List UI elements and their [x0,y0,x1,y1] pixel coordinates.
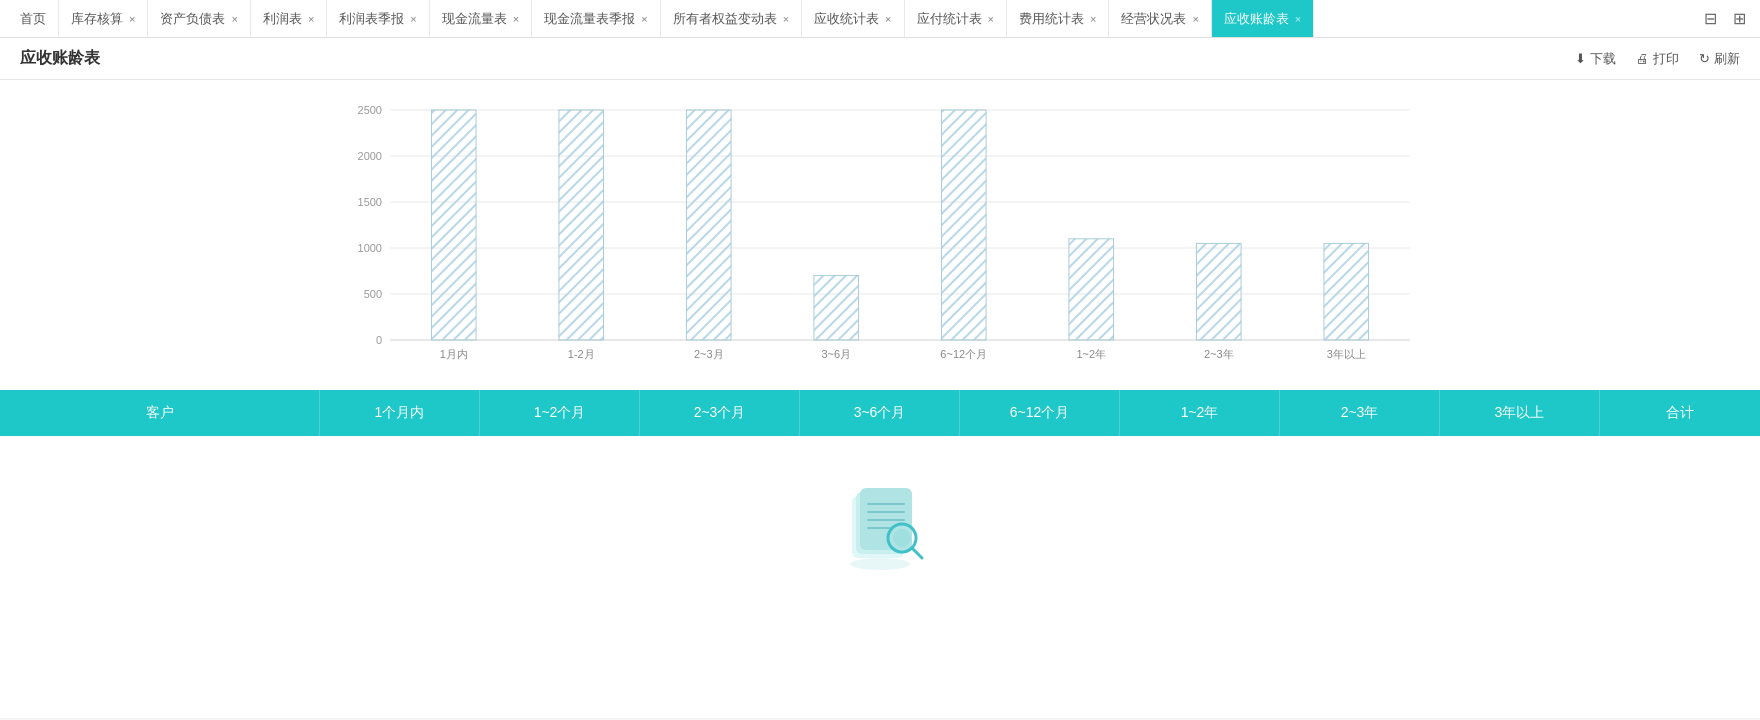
table-header-cell: 1~2个月 [480,390,640,436]
tab-label: 首页 [20,10,46,28]
tab-close-ar-aging[interactable]: × [1295,13,1301,25]
tab-bar-right: ⊟ ⊞ [1698,5,1752,32]
svg-point-30 [850,558,910,570]
tab-item-balance[interactable]: 资产负债表 × [148,0,250,38]
svg-rect-26 [1196,243,1241,340]
tab-label: 费用统计表 [1019,10,1084,28]
table-header-cell: 3~6个月 [800,390,960,436]
svg-rect-22 [941,110,986,340]
minimize-button[interactable]: ⊟ [1698,5,1723,32]
download-button[interactable]: ⬇ 下载 [1575,50,1616,68]
tab-item-profit[interactable]: 利润表 × [251,0,327,38]
tab-bar: 首页库存核算×资产负债表×利润表×利润表季报×现金流量表×现金流量表季报×所有者… [0,0,1760,38]
svg-text:1000: 1000 [358,242,382,254]
tab-close-equity[interactable]: × [783,13,789,25]
table-header-cell: 客户 [0,390,320,436]
table-header-cell: 3年以上 [1440,390,1600,436]
svg-line-40 [912,548,922,558]
tab-label: 利润表季报 [339,10,404,28]
svg-text:3年以上: 3年以上 [1327,348,1366,360]
tab-label: 利润表 [263,10,302,28]
tab-close-inventory[interactable]: × [129,13,135,25]
svg-rect-28 [1324,243,1369,340]
table-header-cell: 1个月内 [320,390,480,436]
download-icon: ⬇ [1575,51,1586,66]
tab-close-expense-stat[interactable]: × [1090,13,1096,25]
refresh-icon: ↻ [1699,51,1710,66]
table-header: 客户1个月内1~2个月2~3个月3~6个月6~12个月1~2年2~3年3年以上合… [0,390,1760,436]
tab-label: 应收统计表 [814,10,879,28]
svg-text:500: 500 [364,288,382,300]
svg-text:6~12个月: 6~12个月 [940,348,987,360]
svg-rect-14 [431,110,476,340]
table-header-cell: 1~2年 [1120,390,1280,436]
svg-text:2~3月: 2~3月 [694,348,724,360]
svg-text:2000: 2000 [358,150,382,162]
page-title: 应收账龄表 [20,48,100,69]
svg-text:2500: 2500 [358,104,382,116]
print-icon: 🖨 [1636,51,1649,66]
empty-state [0,436,1760,616]
chart-area: 0 500 1000 1500 2000 2500 1月内 1-2月 2~3月 3~6月 6~12个… [0,80,1760,390]
maximize-button[interactable]: ⊞ [1727,5,1752,32]
tab-label: 应收账龄表 [1224,10,1289,28]
tab-close-ap-stat[interactable]: × [988,13,994,25]
refresh-button[interactable]: ↻ 刷新 [1699,50,1740,68]
svg-rect-20 [814,276,859,340]
tab-label: 资产负债表 [160,10,225,28]
tab-label: 现金流量表 [442,10,507,28]
tab-item-cashflow[interactable]: 现金流量表 × [430,0,532,38]
tab-label: 应付统计表 [917,10,982,28]
tab-item-expense-stat[interactable]: 费用统计表 × [1007,0,1109,38]
tab-item-profit-quarter[interactable]: 利润表季报 × [327,0,429,38]
svg-text:3~6月: 3~6月 [821,348,851,360]
bar-chart: 0 500 1000 1500 2000 2500 1月内 1-2月 2~3月 3~6月 6~12个… [330,100,1430,380]
svg-text:1月内: 1月内 [440,348,468,360]
tab-label: 现金流量表季报 [544,10,635,28]
svg-point-39 [893,529,911,547]
svg-text:0: 0 [376,334,382,346]
page-header: 应收账龄表 ⬇ 下载 🖨 打印 ↻ 刷新 [0,38,1760,80]
svg-rect-18 [686,110,731,340]
tab-item-ar-stat[interactable]: 应收统计表 × [802,0,904,38]
tab-close-cashflow-quarter[interactable]: × [641,13,647,25]
tab-label: 库存核算 [71,10,123,28]
table-header-cell: 6~12个月 [960,390,1120,436]
tab-close-profit-quarter[interactable]: × [410,13,416,25]
tab-item-ar-aging[interactable]: 应收账龄表 × [1212,0,1314,38]
tab-item-home[interactable]: 首页 [8,0,59,38]
empty-icon [830,476,930,576]
table-header-cell: 2~3年 [1280,390,1440,436]
tab-item-inventory[interactable]: 库存核算 × [59,0,148,38]
tab-close-profit[interactable]: × [308,13,314,25]
tab-item-equity[interactable]: 所有者权益变动表 × [661,0,802,38]
svg-text:1500: 1500 [358,196,382,208]
chart-wrapper: 0 500 1000 1500 2000 2500 1月内 1-2月 2~3月 3~6月 6~12个… [40,100,1720,380]
svg-rect-16 [559,110,604,340]
svg-text:1-2月: 1-2月 [568,348,595,360]
tab-item-ap-stat[interactable]: 应付统计表 × [905,0,1007,38]
tab-close-operations[interactable]: × [1192,13,1198,25]
tab-label: 所有者权益变动表 [673,10,777,28]
tab-label: 经营状况表 [1121,10,1186,28]
tab-item-operations[interactable]: 经营状况表 × [1109,0,1211,38]
tab-close-ar-stat[interactable]: × [885,13,891,25]
tab-close-cashflow[interactable]: × [513,13,519,25]
print-button[interactable]: 🖨 打印 [1636,50,1679,68]
tab-close-balance[interactable]: × [231,13,237,25]
svg-text:1~2年: 1~2年 [1076,348,1106,360]
svg-rect-24 [1069,239,1114,340]
main-content: 0 500 1000 1500 2000 2500 1月内 1-2月 2~3月 3~6月 6~12个… [0,80,1760,718]
table-header-cell: 2~3个月 [640,390,800,436]
page-actions: ⬇ 下载 🖨 打印 ↻ 刷新 [1575,50,1740,68]
tab-item-cashflow-quarter[interactable]: 现金流量表季报 × [532,0,660,38]
svg-text:2~3年: 2~3年 [1204,348,1234,360]
table-header-cell: 合计 [1600,390,1760,436]
